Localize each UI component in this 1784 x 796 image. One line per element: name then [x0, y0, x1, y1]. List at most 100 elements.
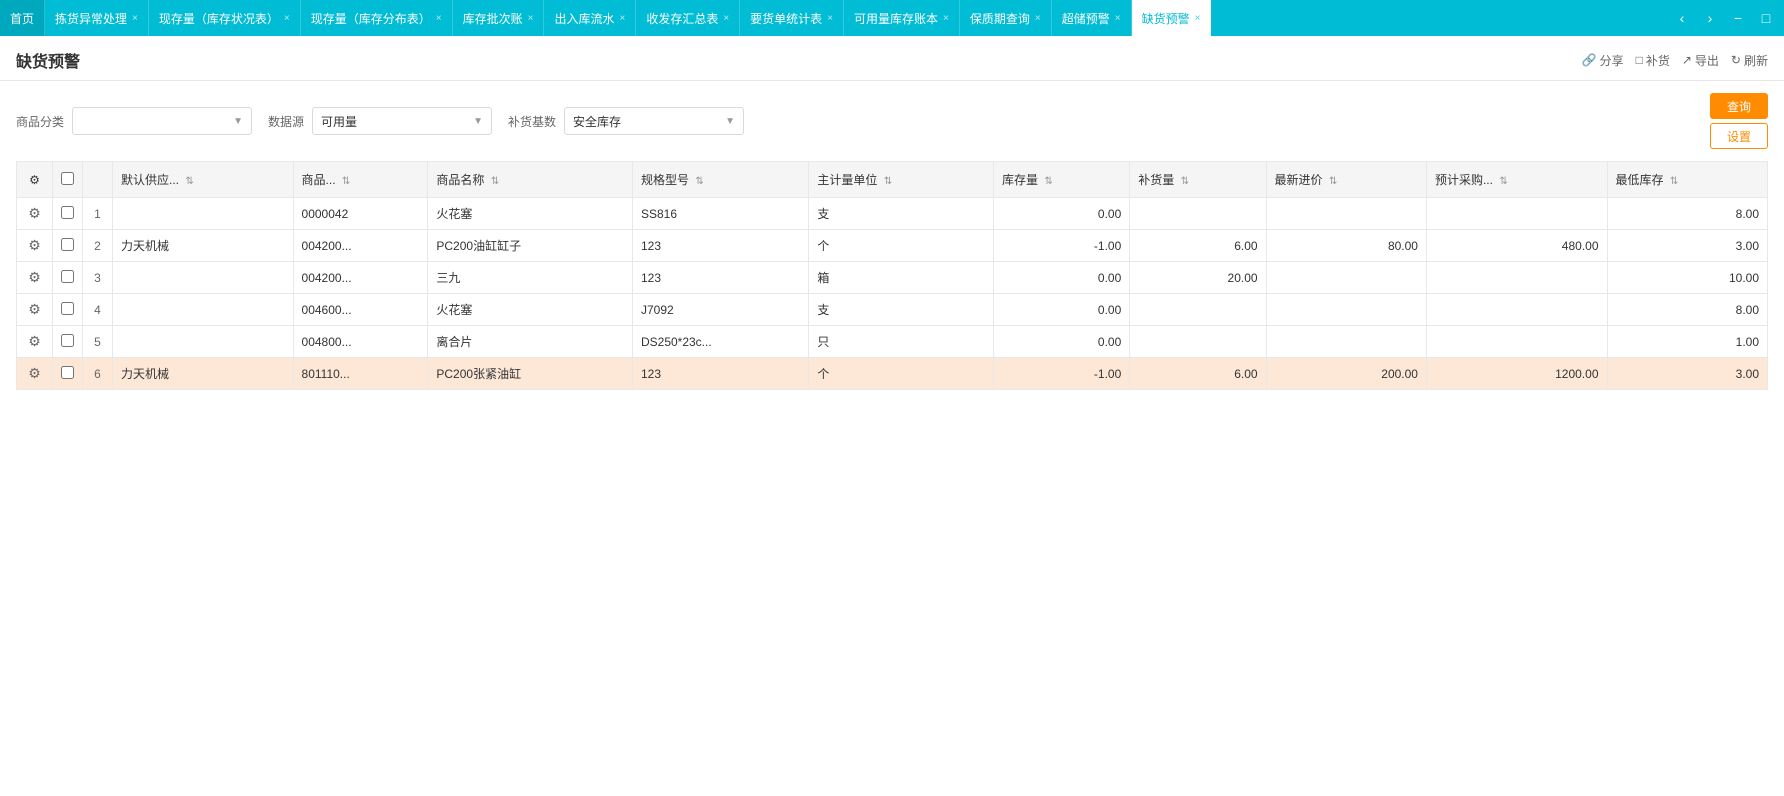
nav-tab-shortage[interactable]: 缺货预警 × — [1132, 0, 1212, 36]
nav-tab-inventory1[interactable]: 现存量（库存状况表） × — [149, 0, 301, 36]
close-icon[interactable]: × — [284, 13, 290, 24]
product-name-column-header: 商品名称 ⇅ — [428, 162, 633, 198]
latest-price-cell: 200.00 — [1266, 358, 1426, 390]
unit-cell: 个 — [809, 358, 994, 390]
row-index: 1 — [83, 198, 113, 230]
spec-column-header: 规格型号 ⇅ — [632, 162, 808, 198]
table-row: ⚙ 6 力天机械 801110... PC200张紧油缸 123 个 -1.00… — [17, 358, 1768, 390]
unit-cell: 个 — [809, 230, 994, 262]
spec-cell: J7092 — [632, 294, 808, 326]
export-button[interactable]: ↗ 导出 — [1682, 52, 1719, 69]
product-name-cell: PC200油缸缸子 — [428, 230, 633, 262]
row-checkbox[interactable] — [61, 206, 74, 219]
replenish-basis-filter-group: 补货基数 安全库存 ▼ — [508, 107, 744, 135]
row-checkbox[interactable] — [61, 366, 74, 379]
nav-tab-overstock[interactable]: 超储预警 × — [1052, 0, 1132, 36]
nav-tab-summary[interactable]: 收发存汇总表 × — [636, 0, 740, 36]
select-all-checkbox[interactable] — [61, 172, 74, 185]
row-checkbox-cell[interactable] — [53, 262, 83, 294]
row-checkbox[interactable] — [61, 334, 74, 347]
row-gear-cell[interactable]: ⚙ — [17, 198, 53, 230]
row-checkbox[interactable] — [61, 270, 74, 283]
supplier-cell — [113, 198, 294, 230]
index-column-header — [83, 162, 113, 198]
latest-price-cell — [1266, 294, 1426, 326]
nav-tab-batch[interactable]: 库存批次账 × — [453, 0, 545, 36]
row-gear-cell[interactable]: ⚙ — [17, 294, 53, 326]
close-icon[interactable]: × — [943, 13, 949, 24]
replenish-basis-select[interactable]: 安全库存 ▼ — [564, 107, 744, 135]
nav-tab-flow[interactable]: 出入库流水 × — [544, 0, 636, 36]
est-purchase-cell: 1200.00 — [1426, 358, 1607, 390]
row-checkbox-cell[interactable] — [53, 326, 83, 358]
product-name-cell: 离合片 — [428, 326, 633, 358]
nav-tab-requisition[interactable]: 要货单统计表 × — [740, 0, 844, 36]
latest-price-column-header: 最新进价 ⇅ — [1266, 162, 1426, 198]
refresh-button[interactable]: ↻ 刷新 — [1731, 52, 1768, 69]
setting-button[interactable]: 设置 — [1710, 123, 1768, 149]
share-button[interactable]: 🔗 分享 — [1582, 52, 1624, 69]
stock-cell: 0.00 — [993, 262, 1129, 294]
unit-cell: 支 — [809, 294, 994, 326]
close-icon[interactable]: × — [436, 13, 442, 24]
replenish-button[interactable]: □ 补货 — [1636, 52, 1670, 69]
close-icon[interactable]: × — [1195, 13, 1201, 24]
page-header: 缺货预警 🔗 分享 □ 补货 ↗ 导出 ↻ 刷新 — [0, 36, 1784, 81]
stock-cell: 0.00 — [993, 294, 1129, 326]
row-checkbox-cell[interactable] — [53, 198, 83, 230]
gear-icon[interactable]: ⚙ — [28, 269, 41, 285]
latest-price-cell — [1266, 262, 1426, 294]
close-icon[interactable]: × — [1035, 13, 1041, 24]
row-checkbox[interactable] — [61, 238, 74, 251]
gear-icon[interactable]: ⚙ — [28, 365, 41, 381]
datasource-select[interactable]: 可用量 ▼ — [312, 107, 492, 135]
export-icon: ↗ — [1682, 53, 1692, 67]
nav-minimize-button[interactable]: − — [1724, 4, 1752, 32]
nav-tab-expiry[interactable]: 保质期查询 × — [960, 0, 1052, 36]
close-icon[interactable]: × — [528, 13, 534, 24]
gear-icon[interactable]: ⚙ — [28, 333, 41, 349]
supplier-cell — [113, 294, 294, 326]
replenish-basis-label: 补货基数 — [508, 113, 556, 130]
nav-tab-available[interactable]: 可用量库存账本 × — [844, 0, 960, 36]
select-all-column-header[interactable] — [53, 162, 83, 198]
row-gear-cell[interactable]: ⚙ — [17, 326, 53, 358]
row-index: 5 — [83, 326, 113, 358]
nav-controls: ‹ › − □ — [1664, 4, 1784, 32]
replenish-qty-cell: 6.00 — [1130, 358, 1266, 390]
est-purchase-cell — [1426, 326, 1607, 358]
replenish-qty-cell: 20.00 — [1130, 262, 1266, 294]
sort-icon: ⇅ — [884, 176, 892, 187]
product-code-cell: 004800... — [293, 326, 428, 358]
gear-icon[interactable]: ⚙ — [28, 301, 41, 317]
row-checkbox-cell[interactable] — [53, 358, 83, 390]
nav-tab-inventory2[interactable]: 现存量（库存分布表） × — [301, 0, 453, 36]
close-icon[interactable]: × — [619, 13, 625, 24]
row-gear-cell[interactable]: ⚙ — [17, 262, 53, 294]
row-checkbox-cell[interactable] — [53, 230, 83, 262]
gear-icon[interactable]: ⚙ — [28, 205, 41, 221]
nav-maximize-button[interactable]: □ — [1752, 4, 1780, 32]
row-checkbox[interactable] — [61, 302, 74, 315]
category-select[interactable]: ▼ — [72, 107, 252, 135]
row-checkbox-cell[interactable] — [53, 294, 83, 326]
min-stock-cell: 8.00 — [1607, 198, 1768, 230]
settings-column-header[interactable]: ⚙ — [17, 162, 53, 198]
close-icon[interactable]: × — [132, 13, 138, 24]
share-icon: 🔗 — [1582, 53, 1597, 67]
table-row: ⚙ 4 004600... 火花塞 J7092 支 0.00 8.00 — [17, 294, 1768, 326]
row-gear-cell[interactable]: ⚙ — [17, 358, 53, 390]
close-icon[interactable]: × — [827, 13, 833, 24]
unit-cell: 只 — [809, 326, 994, 358]
gear-icon[interactable]: ⚙ — [28, 237, 41, 253]
nav-next-button[interactable]: › — [1696, 4, 1724, 32]
nav-tab-home[interactable]: 首页 — [0, 0, 45, 36]
nav-prev-button[interactable]: ‹ — [1668, 4, 1696, 32]
replenish-icon: □ — [1636, 53, 1643, 67]
nav-tab-picking[interactable]: 拣货异常处理 × — [45, 0, 149, 36]
row-gear-cell[interactable]: ⚙ — [17, 230, 53, 262]
close-icon[interactable]: × — [723, 13, 729, 24]
stock-cell: 0.00 — [993, 198, 1129, 230]
close-icon[interactable]: × — [1115, 13, 1121, 24]
query-button[interactable]: 查询 — [1710, 93, 1768, 119]
